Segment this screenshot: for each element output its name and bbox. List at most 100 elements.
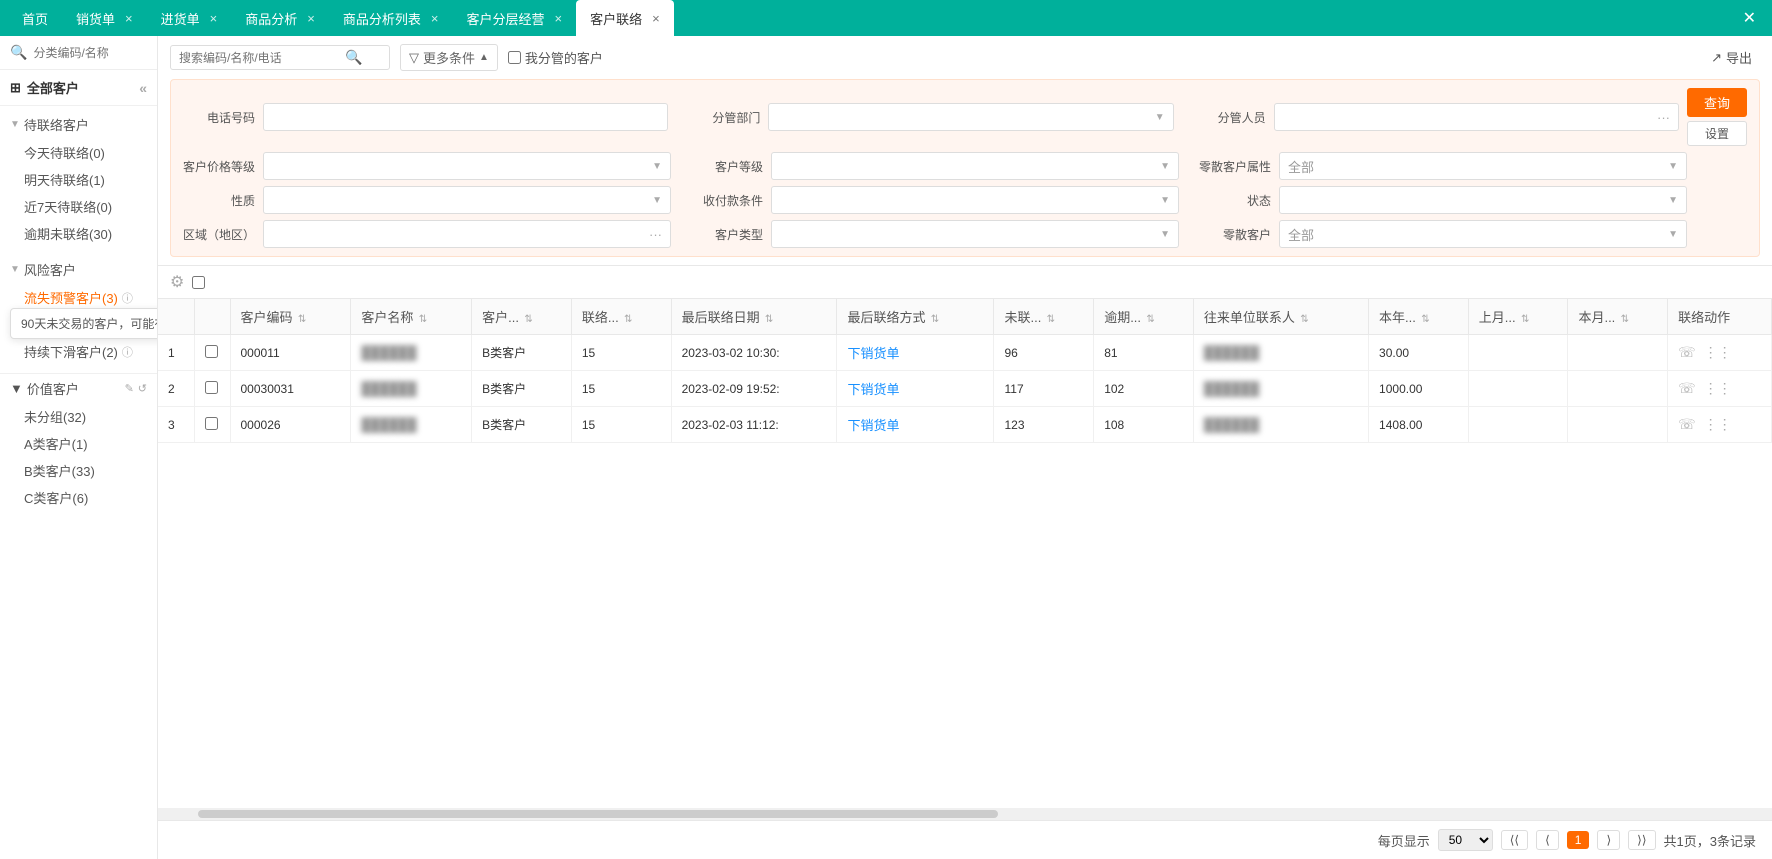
close-sales-tab[interactable]: ×: [125, 11, 133, 26]
page-prev-btn[interactable]: ⟨: [1536, 830, 1559, 850]
hscroll-thumb[interactable]: [198, 810, 998, 818]
person-select[interactable]: ···: [1274, 103, 1679, 131]
collapse-icon[interactable]: «: [139, 80, 147, 96]
more-action-icon-0[interactable]: ⋮⋮: [1704, 344, 1732, 361]
tab-home[interactable]: 首页: [8, 0, 62, 36]
col-unit-contact: 往来单位联系人 ⇅: [1193, 299, 1368, 335]
sidebar-item-overdue[interactable]: 逾期未联络(30): [0, 220, 157, 247]
export-btn[interactable]: ↗ 导出: [1703, 45, 1760, 70]
more-conditions-btn[interactable]: ▽ 更多条件 ▲: [400, 44, 498, 71]
sort-uncontact-icon[interactable]: ⇅: [1047, 314, 1055, 325]
sidebar-item-tomorrow[interactable]: 明天待联络(1): [0, 166, 157, 193]
tab-customer-contact[interactable]: 客户联络 ×: [576, 0, 674, 36]
sort-lastmonth-icon[interactable]: ⇅: [1521, 314, 1529, 325]
sort-code-icon[interactable]: ⇅: [298, 314, 306, 325]
sort-type-icon[interactable]: ⇅: [524, 314, 532, 325]
last-contact-way-link[interactable]: 下销货单: [847, 382, 899, 397]
row-checkbox-1[interactable]: [205, 381, 218, 394]
sort-unit-icon[interactable]: ⇅: [1300, 314, 1308, 325]
sidebar-group-value-title[interactable]: ▼ 价值客户 ✎ ↺: [0, 373, 157, 403]
tab-purchase[interactable]: 进货单 ×: [147, 0, 232, 36]
col-check: [194, 299, 230, 335]
row-checkbox-0[interactable]: [205, 345, 218, 358]
sidebar-item-c-class[interactable]: C类客户(6): [0, 484, 157, 511]
dept-select[interactable]: ▼: [768, 103, 1173, 131]
sidebar-item-today[interactable]: 今天待联络(0): [0, 139, 157, 166]
tab-product-list[interactable]: 商品分析列表 ×: [329, 0, 453, 36]
payment-select[interactable]: ▼: [771, 186, 1179, 214]
sort-year-icon[interactable]: ⇅: [1421, 314, 1429, 325]
sort-thismonth-icon[interactable]: ⇅: [1621, 314, 1629, 325]
close-customer-contact-tab[interactable]: ×: [652, 11, 660, 26]
chevron-down-retail: ▼: [1668, 229, 1678, 240]
filter-top: 🔍 ▽ 更多条件 ▲ 我分管的客户 ↗ 导出: [170, 44, 1760, 71]
sort-overdue-icon[interactable]: ⇅: [1146, 314, 1154, 325]
table-gear-btn[interactable]: ⚙: [170, 272, 184, 292]
filter-status: 状态 ▼: [1199, 186, 1687, 214]
more-action-icon-2[interactable]: ⋮⋮: [1704, 416, 1732, 433]
select-all-checkbox[interactable]: [192, 276, 205, 289]
sidebar-group-waiting-title[interactable]: ▼ 待联络客户: [0, 110, 157, 139]
sidebar-item-a-class[interactable]: A类客户(1): [0, 430, 157, 457]
horizontal-scrollbar[interactable]: [158, 808, 1772, 820]
customer-type-select[interactable]: ▼: [771, 220, 1179, 248]
query-button[interactable]: 查询: [1687, 88, 1747, 117]
filter-person: 分管人员 ···: [1194, 103, 1679, 131]
cell-check[interactable]: [194, 407, 230, 443]
my-customers-checkbox[interactable]: [508, 51, 521, 64]
close-window-btn[interactable]: ✕: [1735, 4, 1764, 32]
price-grade-select[interactable]: ▼: [263, 152, 671, 180]
sort-way-icon[interactable]: ⇅: [931, 314, 939, 325]
cell-check[interactable]: [194, 371, 230, 407]
arrow-down-icon-risk: ▼: [10, 264, 20, 275]
cell-overdue: 81: [1094, 335, 1194, 371]
sidebar-item-ungroup[interactable]: 未分组(32): [0, 403, 157, 430]
nature-select[interactable]: ▼: [263, 186, 671, 214]
close-product-list-tab[interactable]: ×: [431, 11, 439, 26]
page-next-btn[interactable]: ⟩: [1597, 830, 1620, 850]
page-last-btn[interactable]: ⟩⟩: [1628, 830, 1655, 850]
row-checkbox-2[interactable]: [205, 417, 218, 430]
sidebar-item-declining[interactable]: 持续下滑客户(2) ⓘ: [0, 338, 157, 365]
page-size-select[interactable]: 50 100: [1438, 829, 1493, 851]
edit-icon[interactable]: ✎: [125, 382, 134, 395]
grade-select[interactable]: ▼: [771, 152, 1179, 180]
more-action-icon-1[interactable]: ⋮⋮: [1704, 380, 1732, 397]
search-input[interactable]: [179, 51, 339, 65]
sidebar-item-b-class[interactable]: B类客户(33): [0, 457, 157, 484]
retail-select[interactable]: 全部 ▼: [1279, 220, 1687, 248]
contact-icon-1[interactable]: ☏: [1678, 380, 1696, 397]
my-customers-checkbox-area[interactable]: 我分管的客户: [508, 48, 603, 67]
last-contact-way-link[interactable]: 下销货单: [847, 418, 899, 433]
sort-contact-icon[interactable]: ⇅: [624, 314, 632, 325]
attr-select[interactable]: 全部 ▼: [1279, 152, 1687, 180]
tab-customer-layer[interactable]: 客户分层经营 ×: [452, 0, 576, 36]
filter-row-4: 区域（地区） ··· 客户类型 ▼ 零散客户: [183, 220, 1747, 248]
close-customer-layer-tab[interactable]: ×: [554, 11, 562, 26]
sidebar-item-7days[interactable]: 近7天待联络(0): [0, 193, 157, 220]
cell-actions: ☏ ⋮⋮: [1668, 335, 1772, 371]
cell-unit-contact: ██████: [1193, 335, 1368, 371]
cell-code: 000011: [230, 335, 351, 371]
last-contact-way-link[interactable]: 下销货单: [847, 346, 899, 361]
status-select[interactable]: ▼: [1279, 186, 1687, 214]
contact-icon-2[interactable]: ☏: [1678, 416, 1696, 433]
sidebar-group-risk-title[interactable]: ▼ 风险客户: [0, 255, 157, 284]
region-select[interactable]: ···: [263, 220, 671, 248]
refresh-icon[interactable]: ↺: [138, 382, 147, 395]
close-purchase-tab[interactable]: ×: [210, 11, 218, 26]
page-first-btn[interactable]: ⟨⟨: [1501, 830, 1528, 850]
sidebar-item-churn-warning[interactable]: 流失预警客户(3) ⓘ 90天未交易的客户，可能有流失风险。: [0, 284, 157, 311]
phone-input[interactable]: [263, 103, 668, 131]
tab-product-analysis[interactable]: 商品分析 ×: [231, 0, 329, 36]
sort-date-icon[interactable]: ⇅: [765, 314, 773, 325]
close-product-analysis-tab[interactable]: ×: [307, 11, 315, 26]
sidebar-search-input[interactable]: [33, 46, 158, 60]
search-submit-icon[interactable]: 🔍: [345, 49, 362, 66]
sidebar-all-customers[interactable]: ⊞ 全部客户 «: [0, 70, 157, 106]
sort-name-icon[interactable]: ⇅: [419, 314, 427, 325]
cell-check[interactable]: [194, 335, 230, 371]
settings-button[interactable]: 设置: [1687, 121, 1747, 146]
tab-sales[interactable]: 销货单 ×: [62, 0, 147, 36]
contact-icon-0[interactable]: ☏: [1678, 344, 1696, 361]
